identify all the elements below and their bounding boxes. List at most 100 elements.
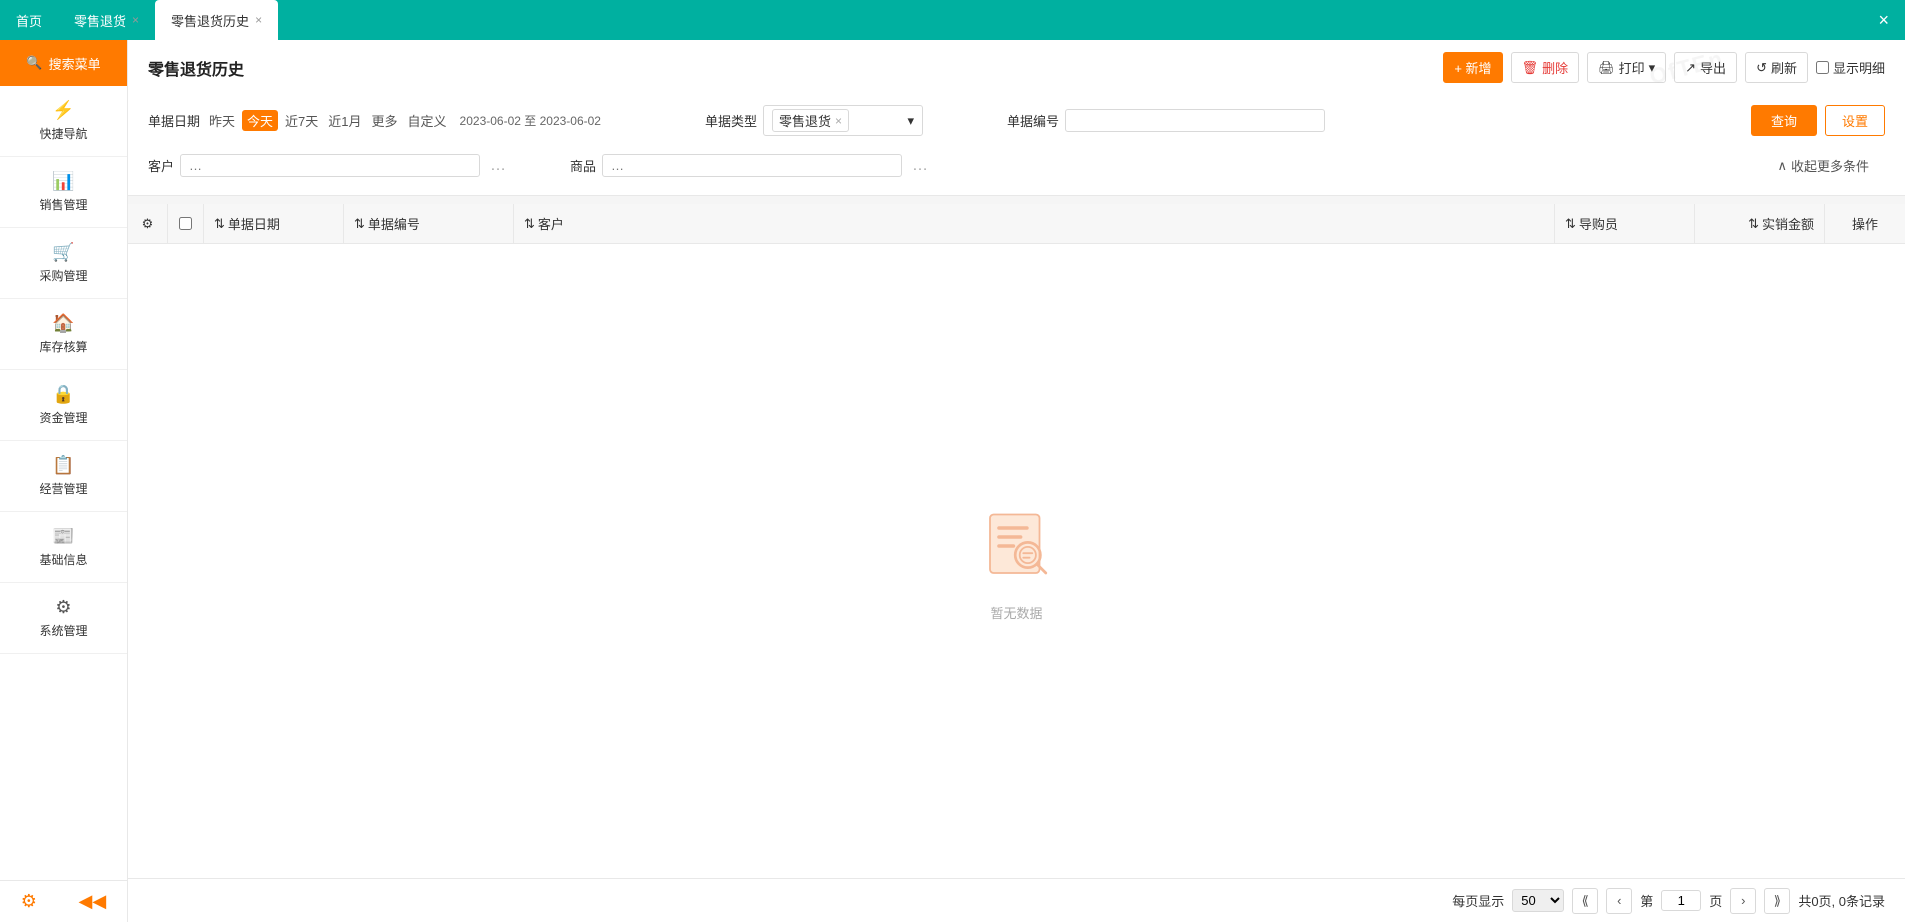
refresh-button[interactable]: ↺ 刷新 (1745, 52, 1808, 83)
empty-state-icon (972, 501, 1062, 591)
per-page-label: 每页显示 (1452, 891, 1504, 910)
toolbar: + 新增 🗑 删除 🖨 打印 ▾ ↗ 导出 ↺ (1443, 52, 1885, 83)
sidebar-item-system-label: 系统管理 (39, 622, 87, 639)
page-label-prefix: 第 (1640, 891, 1653, 910)
window-close-button[interactable]: × (1862, 10, 1905, 31)
date-shortcut-7days[interactable]: 近7天 (282, 110, 321, 131)
th-settings[interactable]: ⚙ (128, 204, 168, 243)
export-button[interactable]: ↗ 导出 (1674, 52, 1737, 83)
last-page-button[interactable]: ⟫ (1764, 888, 1790, 914)
search-icon: 🔍 (26, 55, 42, 71)
th-amount[interactable]: ⇅ 实销金额 (1695, 204, 1825, 243)
sidebar-search[interactable]: 🔍 搜索菜单 (0, 40, 127, 86)
export-label: 导出 (1700, 58, 1726, 77)
system-icon: ⚙ (55, 597, 71, 618)
filter-doc-type: 单据类型 零售退货 × ▾ (705, 105, 923, 136)
sidebar-item-sales[interactable]: 📊 销售管理 (0, 157, 127, 228)
tab-retail-return-label: 零售退货 (74, 11, 126, 30)
sidebar-item-basic-info[interactable]: 📰 基础信息 (0, 512, 127, 583)
doc-type-tag: 零售退货 × (772, 109, 849, 132)
th-doc-date[interactable]: ⇅ 单据日期 (204, 204, 344, 243)
page-title-row: 零售退货历史 + 新增 🗑 删除 🖨 打印 ▾ ↗ 导出 (148, 52, 1885, 83)
settings-bottom-icon[interactable]: ⚙ (21, 891, 37, 912)
page-header: 零售退货历史 + 新增 🗑 删除 🖨 打印 ▾ ↗ 导出 (128, 40, 1905, 196)
collapse-icon: ∧ (1777, 158, 1787, 174)
delete-icon: 🗑 (1522, 60, 1539, 76)
doc-no-label: 单据编号 (1007, 111, 1059, 130)
basic-info-icon: 📰 (52, 526, 74, 547)
table-header: ⚙ ⇅ 单据日期 ⇅ 单据编号 ⇅ 客户 ⇅ (128, 204, 1905, 244)
sidebar-item-operations[interactable]: 📋 经营管理 (0, 441, 127, 512)
show-detail-checkbox[interactable] (1816, 61, 1829, 74)
per-page-select[interactable]: 10 20 50 100 (1512, 889, 1564, 912)
th-action-text: 操作 (1852, 214, 1878, 233)
top-bar: 首页 零售退货 × 零售退货历史 × × (0, 0, 1905, 40)
select-all-checkbox[interactable] (179, 217, 192, 230)
current-page-input[interactable] (1661, 890, 1701, 911)
settings-gear-icon: ⚙ (142, 216, 154, 232)
th-guide[interactable]: ⇅ 导购员 (1555, 204, 1695, 243)
empty-text: 暂无数据 (990, 603, 1042, 622)
tab-home-label: 首页 (16, 11, 42, 30)
sidebar-item-finance[interactable]: 🔒 资金管理 (0, 370, 127, 441)
filter-area: 单据日期 昨天 今天 近7天 近1月 更多 自定义 2023-06-02 至 2… (148, 95, 1885, 187)
date-shortcut-more[interactable]: 更多 (369, 110, 401, 131)
delete-button[interactable]: 🗑 删除 (1511, 52, 1580, 83)
tab-retail-return[interactable]: 零售退货 × (58, 0, 155, 40)
th-customer[interactable]: ⇅ 客户 (514, 204, 1555, 243)
sidebar-item-finance-label: 资金管理 (39, 409, 87, 426)
tab-home[interactable]: 首页 (0, 0, 58, 40)
sidebar-item-basic-info-label: 基础信息 (39, 551, 87, 568)
customer-dots-icon[interactable]: … (490, 157, 506, 175)
date-range: 2023-06-02 至 2023-06-02 (460, 112, 601, 129)
th-amount-sort-icon: ⇅ (1748, 216, 1759, 232)
th-doc-date-text: 单据日期 (228, 214, 280, 233)
filter-doc-date: 单据日期 昨天 今天 近7天 近1月 更多 自定义 2023-06-02 至 2… (148, 110, 601, 131)
first-page-button[interactable]: ⟪ (1572, 888, 1598, 914)
tab-list: 首页 零售退货 × 零售退货历史 × (0, 0, 1862, 40)
export-icon: ↗ (1685, 60, 1696, 76)
doc-date-label: 单据日期 (148, 111, 200, 130)
doc-type-tag-close[interactable]: × (835, 114, 842, 128)
tab-retail-return-close[interactable]: × (132, 13, 139, 27)
collapse-label: 收起更多条件 (1791, 156, 1869, 175)
sidebar-item-inventory[interactable]: 🏠 库存核算 (0, 299, 127, 370)
goods-dots-icon[interactable]: … (912, 157, 928, 175)
show-detail-label: 显示明细 (1833, 58, 1885, 77)
date-shortcut-yesterday[interactable]: 昨天 (206, 110, 238, 131)
prev-page-button[interactable]: ‹ (1606, 888, 1632, 914)
filter-row-1: 单据日期 昨天 今天 近7天 近1月 更多 自定义 2023-06-02 至 2… (148, 105, 1885, 144)
table-area: ⚙ ⇅ 单据日期 ⇅ 单据编号 ⇅ 客户 ⇅ (128, 204, 1905, 878)
customer-input[interactable] (180, 154, 480, 177)
date-shortcut-custom[interactable]: 自定义 (405, 110, 450, 131)
new-button[interactable]: + 新增 (1443, 52, 1502, 83)
sidebar: 🔍 搜索菜单 ⚡ 快捷导航 📊 销售管理 🛒 采购管理 🏠 库存核算 🔒 资金管… (0, 40, 128, 922)
inventory-icon: 🏠 (52, 313, 74, 334)
th-doc-date-label: ⇅ (214, 216, 225, 232)
filter-action-buttons: 查询 设置 (1751, 105, 1885, 144)
sidebar-item-quick-nav-label: 快捷导航 (39, 125, 87, 142)
goods-input[interactable] (602, 154, 902, 177)
th-doc-no[interactable]: ⇅ 单据编号 (344, 204, 514, 243)
tab-retail-return-history-close[interactable]: × (255, 13, 262, 27)
sidebar-item-purchase[interactable]: 🛒 采购管理 (0, 228, 127, 299)
date-shortcut-1month[interactable]: 近1月 (325, 110, 364, 131)
goods-label: 商品 (570, 156, 596, 175)
doc-type-select[interactable]: 零售退货 × ▾ (763, 105, 923, 136)
print-button[interactable]: 🖨 打印 ▾ (1587, 52, 1666, 83)
music-bottom-icon[interactable]: ◀◀ (79, 891, 107, 912)
show-detail-checkbox-label[interactable]: 显示明细 (1816, 58, 1885, 77)
tab-retail-return-history[interactable]: 零售退货历史 × (155, 0, 278, 40)
setting-button[interactable]: 设置 (1825, 105, 1885, 136)
quick-nav-icon: ⚡ (52, 100, 74, 121)
sidebar-item-quick-nav[interactable]: ⚡ 快捷导航 (0, 86, 127, 157)
print-arrow-icon: ▾ (1649, 60, 1656, 76)
collapse-button[interactable]: ∧ 收起更多条件 (1761, 152, 1885, 179)
doc-no-input[interactable] (1065, 109, 1325, 132)
date-shortcut-today[interactable]: 今天 (242, 110, 278, 131)
query-button[interactable]: 查询 (1751, 105, 1817, 136)
sales-icon: 📊 (52, 171, 74, 192)
th-checkbox[interactable] (168, 204, 204, 243)
next-page-button[interactable]: › (1730, 888, 1756, 914)
sidebar-item-system[interactable]: ⚙ 系统管理 (0, 583, 127, 654)
